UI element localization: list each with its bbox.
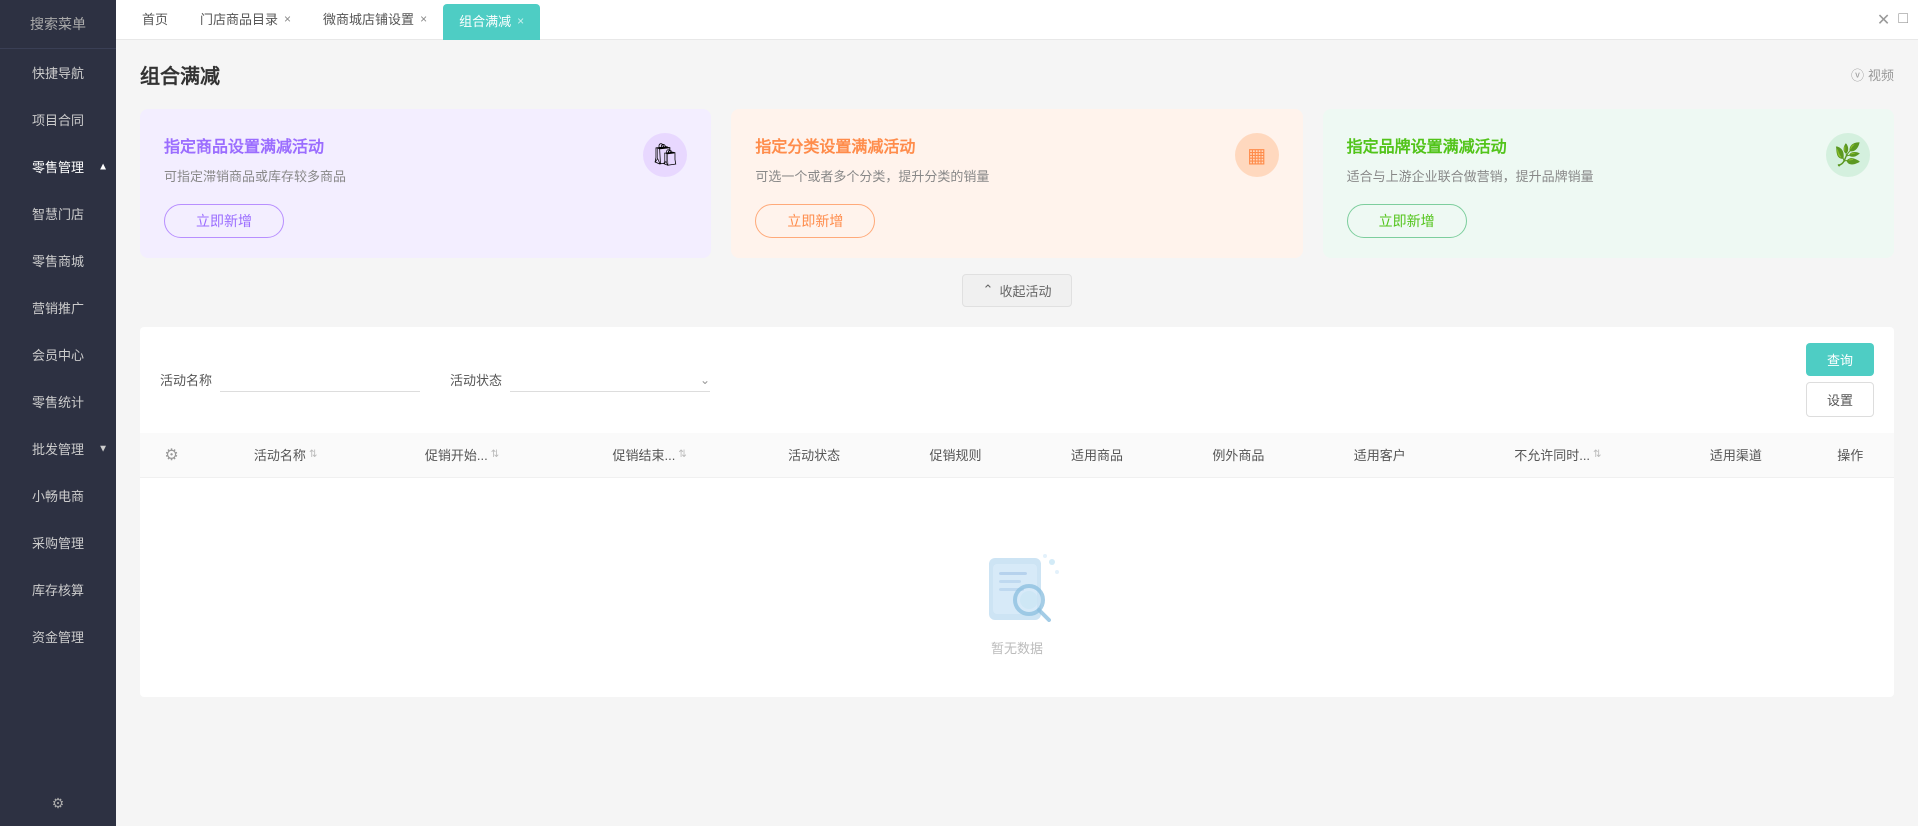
sidebar-item-smart-store[interactable]: 智慧门店 bbox=[0, 190, 116, 237]
sidebar-item-quick-nav[interactable]: 快捷导航 bbox=[0, 49, 116, 96]
activity-card-product: 🛍 指定商品设置满减活动 可指定滞销商品或库存较多商品 立即新增 bbox=[140, 109, 711, 258]
add-product-discount-button[interactable]: 立即新增 bbox=[164, 204, 284, 238]
tab-store-catalog[interactable]: 门店商品目录 × bbox=[184, 0, 307, 40]
sort-icon: ⇅ bbox=[678, 449, 686, 460]
sidebar-item-capital-mgmt[interactable]: 资金管理 bbox=[0, 613, 116, 660]
col-gear[interactable]: ⚙ bbox=[140, 433, 203, 478]
card-desc-brand: 适合与上游企业联合做营销，提升品牌销量 bbox=[1347, 167, 1870, 188]
activity-status-label: 活动状态 bbox=[450, 370, 502, 389]
sort-icon: ⇅ bbox=[309, 449, 317, 460]
sidebar-settings-btn[interactable]: ⚙ bbox=[0, 781, 116, 826]
tab-close-combo-discount[interactable]: × bbox=[517, 14, 524, 28]
collapse-activities-button[interactable]: ⌃ 收起活动 bbox=[962, 274, 1073, 307]
sidebar-item-inventory[interactable]: 库存核算 bbox=[0, 566, 116, 613]
col-promo-rule: 促销规则 bbox=[885, 433, 1026, 478]
card-title-brand: 指定品牌设置满减活动 bbox=[1347, 133, 1870, 157]
filter-row: 活动名称 活动状态 ⌄ 查询 设置 bbox=[140, 327, 1894, 433]
sidebar-item-retail-stats[interactable]: 零售统计 bbox=[0, 378, 116, 425]
tab-home[interactable]: 首页 bbox=[126, 0, 184, 40]
sidebar-item-retail-mgmt[interactable]: 零售管理 ▲ bbox=[0, 143, 116, 190]
card-icon-category: ▦ bbox=[1235, 133, 1279, 177]
chevron-up-icon: ⌃ bbox=[983, 282, 994, 298]
card-icon-product: 🛍 bbox=[643, 133, 687, 177]
setting-button[interactable]: 设置 bbox=[1806, 382, 1874, 417]
col-applicable-goods: 适用商品 bbox=[1026, 433, 1167, 478]
tab-bar: 首页 门店商品目录 × 微商城店铺设置 × 组合满减 × ✕ □ bbox=[116, 0, 1918, 40]
table-container: ⚙ 活动名称 ⇅ 促销开始... ⇅ bbox=[140, 433, 1894, 697]
sidebar-item-member-center[interactable]: 会员中心 bbox=[0, 331, 116, 378]
card-title-category: 指定分类设置满减活动 bbox=[755, 133, 1278, 157]
gear-icon: ⚙ bbox=[52, 795, 65, 811]
col-promo-end[interactable]: 促销结束... ⇅ bbox=[556, 433, 744, 478]
sidebar-item-purchase-mgmt[interactable]: 采购管理 bbox=[0, 519, 116, 566]
empty-illustration bbox=[967, 538, 1067, 638]
tab-close-wechat-store[interactable]: × bbox=[420, 12, 427, 26]
col-promo-start[interactable]: 促销开始... ⇅ bbox=[368, 433, 556, 478]
sidebar-item-retail-mall[interactable]: 零售商城 bbox=[0, 237, 116, 284]
tab-close-store-catalog[interactable]: × bbox=[284, 12, 291, 26]
collapse-bar: ⌃ 收起活动 bbox=[140, 274, 1894, 307]
col-activity-status: 活动状态 bbox=[743, 433, 884, 478]
col-no-concurrent[interactable]: 不允许同时... ⇅ bbox=[1451, 433, 1666, 478]
add-category-discount-button[interactable]: 立即新增 bbox=[755, 204, 875, 238]
filter-activity-status: 活动状态 ⌄ bbox=[450, 368, 710, 392]
gear-icon: ⚙ bbox=[164, 447, 178, 464]
card-desc-category: 可选一个或者多个分类，提升分类的销量 bbox=[755, 167, 1278, 188]
filter-buttons: 查询 设置 bbox=[1806, 343, 1874, 417]
sidebar-item-project-contract[interactable]: 项目合同 bbox=[0, 96, 116, 143]
activity-name-input[interactable] bbox=[220, 368, 420, 392]
main-area: 首页 门店商品目录 × 微商城店铺设置 × 组合满减 × ✕ □ 组合满减 ⓥ … bbox=[116, 0, 1918, 826]
close-icon[interactable]: ✕ bbox=[1877, 10, 1890, 30]
play-circle-icon: ⓥ bbox=[1851, 65, 1864, 84]
activity-card-brand: 🌿 指定品牌设置满减活动 适合与上游企业联合做营销，提升品牌销量 立即新增 bbox=[1323, 109, 1894, 258]
col-applicable-channel: 适用渠道 bbox=[1665, 433, 1806, 478]
sidebar-item-marketing[interactable]: 营销推广 bbox=[0, 284, 116, 331]
tab-wechat-store[interactable]: 微商城店铺设置 × bbox=[307, 0, 443, 40]
page-content: 组合满减 ⓥ 视频 🛍 指定商品设置满减活动 可指定滞销商品或库存较多商品 立即… bbox=[116, 40, 1918, 826]
video-btn[interactable]: ⓥ 视频 bbox=[1851, 65, 1894, 84]
maximize-icon[interactable]: □ bbox=[1898, 10, 1908, 30]
chevron-up-icon: ▲ bbox=[98, 161, 108, 172]
page-header: 组合满减 ⓥ 视频 bbox=[140, 60, 1894, 89]
add-brand-discount-button[interactable]: 立即新增 bbox=[1347, 204, 1467, 238]
tab-combo-discount[interactable]: 组合满减 × bbox=[443, 4, 540, 40]
empty-state: 暂无数据 bbox=[140, 478, 1894, 697]
col-applicable-customer: 适用客户 bbox=[1309, 433, 1450, 478]
sidebar-item-wholesale-mgmt[interactable]: 批发管理 ▼ bbox=[0, 425, 116, 472]
activity-status-input[interactable] bbox=[510, 368, 710, 392]
card-icon-brand: 🌿 bbox=[1826, 133, 1870, 177]
window-controls: ✕ □ bbox=[1877, 10, 1908, 30]
card-title-product: 指定商品设置满减活动 bbox=[164, 133, 687, 157]
filter-activity-name: 活动名称 bbox=[160, 368, 420, 392]
activity-cards: 🛍 指定商品设置满减活动 可指定滞销商品或库存较多商品 立即新增 ▦ 指定分类设… bbox=[140, 109, 1894, 258]
sort-icon: ⇅ bbox=[491, 449, 499, 460]
activities-table: ⚙ 活动名称 ⇅ 促销开始... ⇅ bbox=[140, 433, 1894, 697]
chevron-down-icon: ▼ bbox=[98, 443, 108, 454]
sort-icon: ⇅ bbox=[1593, 449, 1601, 460]
query-button[interactable]: 查询 bbox=[1806, 343, 1874, 376]
col-activity-name[interactable]: 活动名称 ⇅ bbox=[203, 433, 368, 478]
col-operation: 操作 bbox=[1807, 433, 1894, 478]
sidebar: 搜索菜单 快捷导航 项目合同 零售管理 ▲ 智慧门店 零售商城 营销推广 会员中… bbox=[0, 0, 116, 826]
activity-name-label: 活动名称 bbox=[160, 370, 212, 389]
page-title: 组合满减 bbox=[140, 60, 220, 89]
sidebar-search[interactable]: 搜索菜单 bbox=[0, 0, 116, 49]
empty-text: 暂无数据 bbox=[991, 638, 1043, 657]
col-exception-goods: 例外商品 bbox=[1168, 433, 1309, 478]
sidebar-item-xiaochang[interactable]: 小畅电商 bbox=[0, 472, 116, 519]
activity-card-category: ▦ 指定分类设置满减活动 可选一个或者多个分类，提升分类的销量 立即新增 bbox=[731, 109, 1302, 258]
card-desc-product: 可指定滞销商品或库存较多商品 bbox=[164, 167, 687, 188]
